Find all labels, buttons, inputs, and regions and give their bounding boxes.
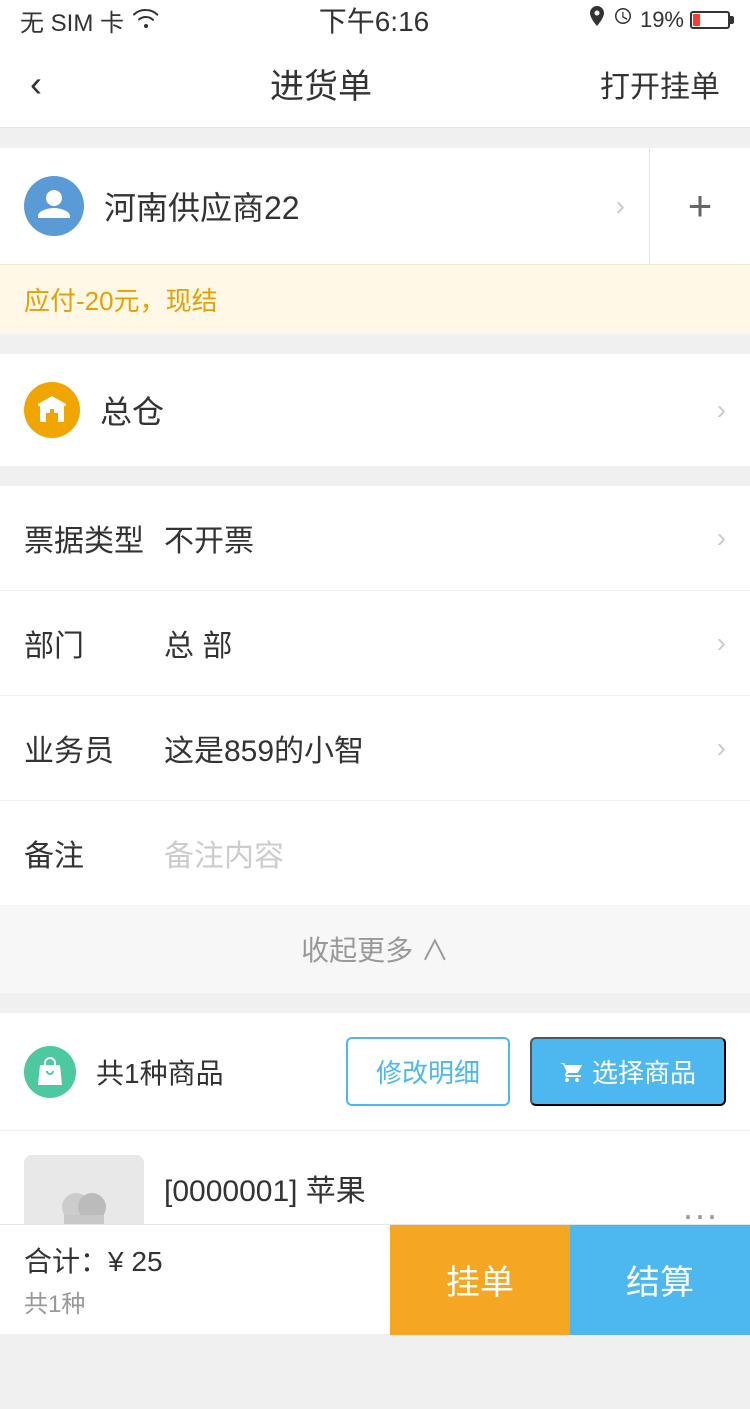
alarm-icon [612, 6, 634, 34]
warehouse-icon [24, 382, 80, 438]
department-label: 部门 [24, 621, 164, 665]
salesperson-label: 业务员 [24, 726, 164, 770]
total-amount: 合计：¥ 25 [24, 1240, 366, 1280]
location-icon [588, 6, 606, 34]
battery-percentage: 19% [640, 7, 684, 33]
supplier-add-button[interactable]: + [650, 148, 750, 264]
section-gap-2 [0, 334, 750, 354]
department-row[interactable]: 部门 总 部 › [0, 591, 750, 696]
info-banner: 应付-20元，现结 [0, 264, 750, 334]
wifi-icon [132, 6, 160, 35]
invoice-type-row[interactable]: 票据类型 不开票 › [0, 486, 750, 591]
warehouse-name: 总仓 [100, 387, 717, 433]
carrier-label: 无 SIM 卡 [20, 3, 124, 38]
section-gap-1 [0, 128, 750, 148]
status-right: 19% [588, 6, 730, 34]
products-header: 共1种商品 修改明细 选择商品 [0, 1013, 750, 1131]
total-count: 共1种 [24, 1284, 366, 1319]
collapse-button[interactable]: 收起更多 ∧ [0, 905, 750, 993]
open-hang-button[interactable]: 打开挂单 [600, 62, 720, 106]
products-icon [24, 1046, 76, 1098]
info-text: 应付-20元，现结 [24, 286, 218, 316]
select-product-label: 选择商品 [592, 1053, 696, 1090]
back-button[interactable]: ‹ [30, 63, 42, 105]
plus-icon: + [688, 182, 713, 230]
bottom-bar: 合计：¥ 25 共1种 挂单 结算 [0, 1224, 750, 1334]
salesperson-value: 这是859的小智 [164, 726, 717, 770]
form-section: 票据类型 不开票 › 部门 总 部 › 业务员 这是859的小智 › 备注 备注… [0, 486, 750, 905]
warehouse-selector[interactable]: 总仓 › [0, 354, 750, 466]
salesperson-row[interactable]: 业务员 这是859的小智 › [0, 696, 750, 801]
department-chevron-icon: › [717, 627, 726, 659]
total-section: 合计：¥ 25 共1种 [0, 1240, 390, 1319]
battery-icon [690, 11, 730, 29]
nav-bar: ‹ 进货单 打开挂单 [0, 40, 750, 128]
department-value: 总 部 [164, 621, 717, 665]
invoice-type-value: 不开票 [164, 516, 717, 560]
select-product-button[interactable]: 选择商品 [530, 1037, 726, 1106]
product-code: [0000001] [164, 1175, 306, 1208]
status-left: 无 SIM 卡 [20, 3, 160, 38]
remark-value: 备注内容 [164, 831, 726, 875]
checkout-button[interactable]: 结算 [570, 1225, 750, 1335]
hang-button[interactable]: 挂单 [390, 1225, 570, 1335]
product-title: 苹果 [306, 1175, 366, 1208]
total-value: ¥ 25 [108, 1246, 163, 1277]
status-bar: 无 SIM 卡 下午6:16 19% [0, 0, 750, 40]
supplier-chevron-icon: › [616, 190, 625, 222]
invoice-type-label: 票据类型 [24, 516, 164, 560]
warehouse-chevron-icon: › [717, 394, 726, 426]
page-title: 进货单 [270, 59, 372, 108]
supplier-avatar [24, 176, 84, 236]
status-time: 下午6:16 [319, 0, 430, 40]
product-name: [0000001] 苹果 [164, 1166, 654, 1210]
cart-icon [560, 1060, 584, 1084]
remark-label: 备注 [24, 831, 164, 875]
products-count: 共1种商品 [96, 1052, 326, 1092]
invoice-type-chevron-icon: › [717, 522, 726, 554]
supplier-selector[interactable]: 河南供应商22 › [0, 148, 650, 264]
supplier-section: 河南供应商22 › + [0, 148, 750, 264]
salesperson-chevron-icon: › [717, 732, 726, 764]
section-gap-3 [0, 466, 750, 486]
supplier-name: 河南供应商22 [104, 183, 616, 229]
edit-detail-button[interactable]: 修改明细 [346, 1037, 510, 1106]
remark-row[interactable]: 备注 备注内容 [0, 801, 750, 905]
collapse-label: 收起更多 ∧ [301, 929, 449, 969]
total-label: 合计： [24, 1246, 108, 1277]
